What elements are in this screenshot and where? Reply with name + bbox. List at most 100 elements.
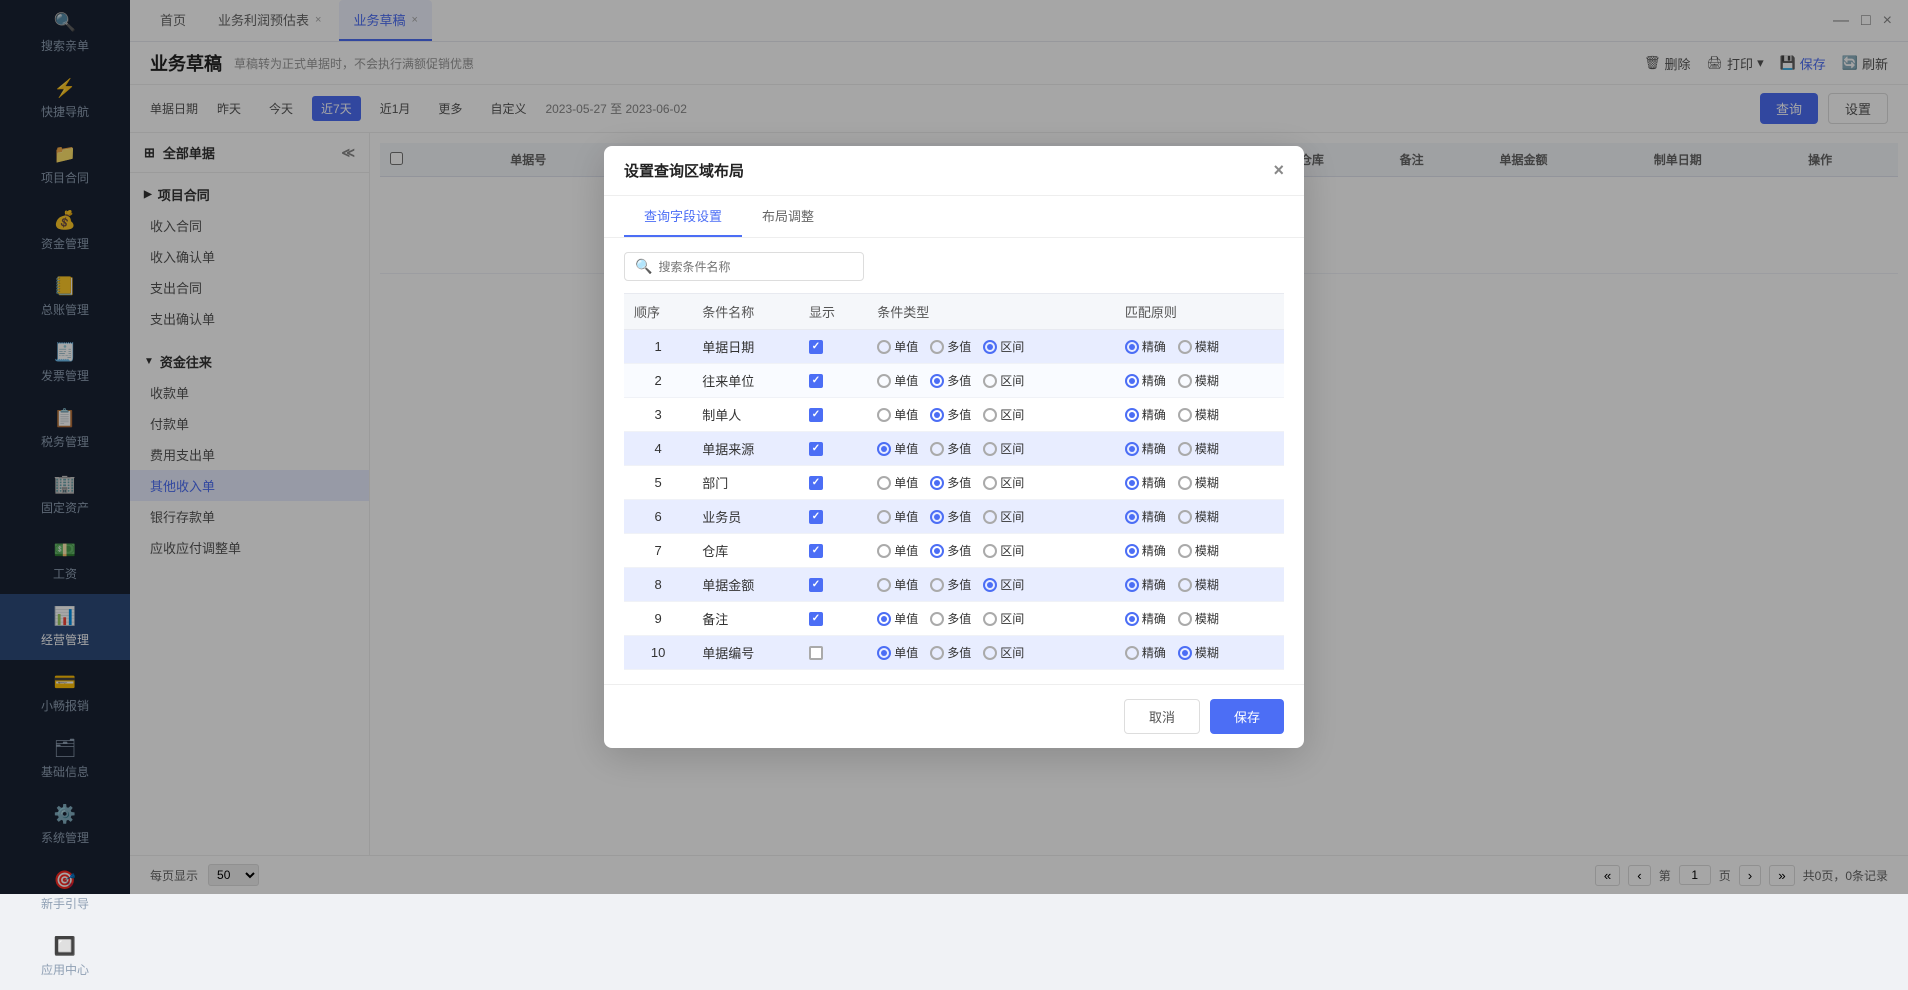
- table-row-match[interactable]: 精确模糊: [1115, 534, 1284, 568]
- table-row-display[interactable]: ✓: [799, 330, 867, 364]
- type-radio-option[interactable]: 区间: [983, 338, 1024, 355]
- table-row-display[interactable]: ✓: [799, 364, 867, 398]
- type-radio-option[interactable]: 多值: [930, 372, 971, 389]
- display-checkbox[interactable]: [809, 646, 823, 660]
- display-checkbox[interactable]: ✓: [809, 374, 823, 388]
- table-row-type[interactable]: 单值多值区间: [867, 364, 1115, 398]
- type-radio-option[interactable]: 单值: [877, 542, 918, 559]
- table-row-match[interactable]: 精确模糊: [1115, 602, 1284, 636]
- table-row-type[interactable]: 单值多值区间: [867, 466, 1115, 500]
- table-row-display[interactable]: ✓: [799, 500, 867, 534]
- table-row-match[interactable]: 精确模糊: [1115, 398, 1284, 432]
- type-radio-option[interactable]: 多值: [930, 440, 971, 457]
- table-row-type[interactable]: 单值多值区间: [867, 500, 1115, 534]
- table-row-display[interactable]: ✓: [799, 568, 867, 602]
- table-row-match[interactable]: 精确模糊: [1115, 364, 1284, 398]
- type-radio-option[interactable]: 单值: [877, 474, 918, 491]
- table-row-display[interactable]: ✓: [799, 398, 867, 432]
- type-radio-option[interactable]: 单值: [877, 440, 918, 457]
- match-radio-option[interactable]: 模糊: [1178, 440, 1219, 457]
- match-radio-option[interactable]: 精确: [1125, 508, 1166, 525]
- table-row-type[interactable]: 单值多值区间: [867, 398, 1115, 432]
- type-radio-option[interactable]: 区间: [983, 542, 1024, 559]
- table-row-name: 单据编号: [692, 636, 799, 670]
- type-radio-option[interactable]: 单值: [877, 576, 918, 593]
- table-row-type[interactable]: 单值多值区间: [867, 534, 1115, 568]
- match-radio-option[interactable]: 精确: [1125, 542, 1166, 559]
- table-row-match[interactable]: 精确模糊: [1115, 466, 1284, 500]
- type-radio-option[interactable]: 区间: [983, 610, 1024, 627]
- dialog-tab-layout[interactable]: 布局调整: [742, 196, 834, 237]
- match-radio-option[interactable]: 模糊: [1178, 542, 1219, 559]
- match-radio-option[interactable]: 模糊: [1178, 644, 1219, 661]
- table-row-type[interactable]: 单值多值区间: [867, 432, 1115, 466]
- type-radio-option[interactable]: 单值: [877, 610, 918, 627]
- type-radio-option[interactable]: 单值: [877, 644, 918, 661]
- cancel-button[interactable]: 取消: [1124, 699, 1200, 734]
- type-radio-option[interactable]: 多值: [930, 406, 971, 423]
- match-radio-option[interactable]: 模糊: [1178, 338, 1219, 355]
- type-radio-option[interactable]: 多值: [930, 338, 971, 355]
- table-row-type[interactable]: 单值多值区间: [867, 568, 1115, 602]
- display-checkbox[interactable]: ✓: [809, 340, 823, 354]
- save-dialog-button[interactable]: 保存: [1210, 699, 1284, 734]
- match-radio-option[interactable]: 精确: [1125, 406, 1166, 423]
- match-radio-option[interactable]: 模糊: [1178, 576, 1219, 593]
- match-radio-option[interactable]: 精确: [1125, 474, 1166, 491]
- table-row-display[interactable]: ✓: [799, 432, 867, 466]
- type-radio-option[interactable]: 区间: [983, 508, 1024, 525]
- table-row-display[interactable]: [799, 636, 867, 670]
- display-checkbox[interactable]: ✓: [809, 442, 823, 456]
- type-radio-option[interactable]: 多值: [930, 474, 971, 491]
- type-radio-option[interactable]: 单值: [877, 338, 918, 355]
- match-radio-option[interactable]: 模糊: [1178, 372, 1219, 389]
- type-radio-option[interactable]: 区间: [983, 372, 1024, 389]
- type-radio-option[interactable]: 多值: [930, 576, 971, 593]
- table-row-display[interactable]: ✓: [799, 534, 867, 568]
- match-radio-option[interactable]: 模糊: [1178, 508, 1219, 525]
- type-radio-option[interactable]: 多值: [930, 508, 971, 525]
- field-search-input[interactable]: [658, 260, 853, 274]
- match-radio-option[interactable]: 精确: [1125, 610, 1166, 627]
- table-row-match[interactable]: 精确模糊: [1115, 636, 1284, 670]
- match-radio-option[interactable]: 模糊: [1178, 406, 1219, 423]
- type-radio-option[interactable]: 区间: [983, 440, 1024, 457]
- type-radio-option[interactable]: 多值: [930, 610, 971, 627]
- match-radio-option[interactable]: 精确: [1125, 440, 1166, 457]
- type-radio-option[interactable]: 区间: [983, 644, 1024, 661]
- type-radio-option[interactable]: 区间: [983, 474, 1024, 491]
- type-radio-option[interactable]: 单值: [877, 508, 918, 525]
- sidebar-item-appstore[interactable]: 🔲 应用中心: [0, 924, 130, 990]
- dialog-close-button[interactable]: ×: [1273, 160, 1284, 181]
- match-radio-option[interactable]: 精确: [1125, 644, 1166, 661]
- type-radio-option[interactable]: 多值: [930, 644, 971, 661]
- display-checkbox[interactable]: ✓: [809, 476, 823, 490]
- match-radio-option[interactable]: 模糊: [1178, 474, 1219, 491]
- type-radio-option[interactable]: 区间: [983, 406, 1024, 423]
- table-row-display[interactable]: ✓: [799, 602, 867, 636]
- table-row-type[interactable]: 单值多值区间: [867, 636, 1115, 670]
- radio-circle: [877, 408, 891, 422]
- display-checkbox[interactable]: ✓: [809, 510, 823, 524]
- display-checkbox[interactable]: ✓: [809, 408, 823, 422]
- type-radio-option[interactable]: 单值: [877, 372, 918, 389]
- table-row-match[interactable]: 精确模糊: [1115, 330, 1284, 364]
- radio-circle: [1125, 408, 1139, 422]
- type-radio-option[interactable]: 多值: [930, 542, 971, 559]
- table-row-type[interactable]: 单值多值区间: [867, 330, 1115, 364]
- match-radio-option[interactable]: 精确: [1125, 338, 1166, 355]
- table-row-type[interactable]: 单值多值区间: [867, 602, 1115, 636]
- match-radio-option[interactable]: 精确: [1125, 372, 1166, 389]
- match-radio-option[interactable]: 精确: [1125, 576, 1166, 593]
- display-checkbox[interactable]: ✓: [809, 544, 823, 558]
- type-radio-option[interactable]: 区间: [983, 576, 1024, 593]
- display-checkbox[interactable]: ✓: [809, 578, 823, 592]
- type-radio-option[interactable]: 单值: [877, 406, 918, 423]
- table-row-display[interactable]: ✓: [799, 466, 867, 500]
- table-row-match[interactable]: 精确模糊: [1115, 500, 1284, 534]
- table-row-match[interactable]: 精确模糊: [1115, 568, 1284, 602]
- table-row-match[interactable]: 精确模糊: [1115, 432, 1284, 466]
- match-radio-option[interactable]: 模糊: [1178, 610, 1219, 627]
- display-checkbox[interactable]: ✓: [809, 612, 823, 626]
- dialog-tab-fields[interactable]: 查询字段设置: [624, 196, 742, 237]
